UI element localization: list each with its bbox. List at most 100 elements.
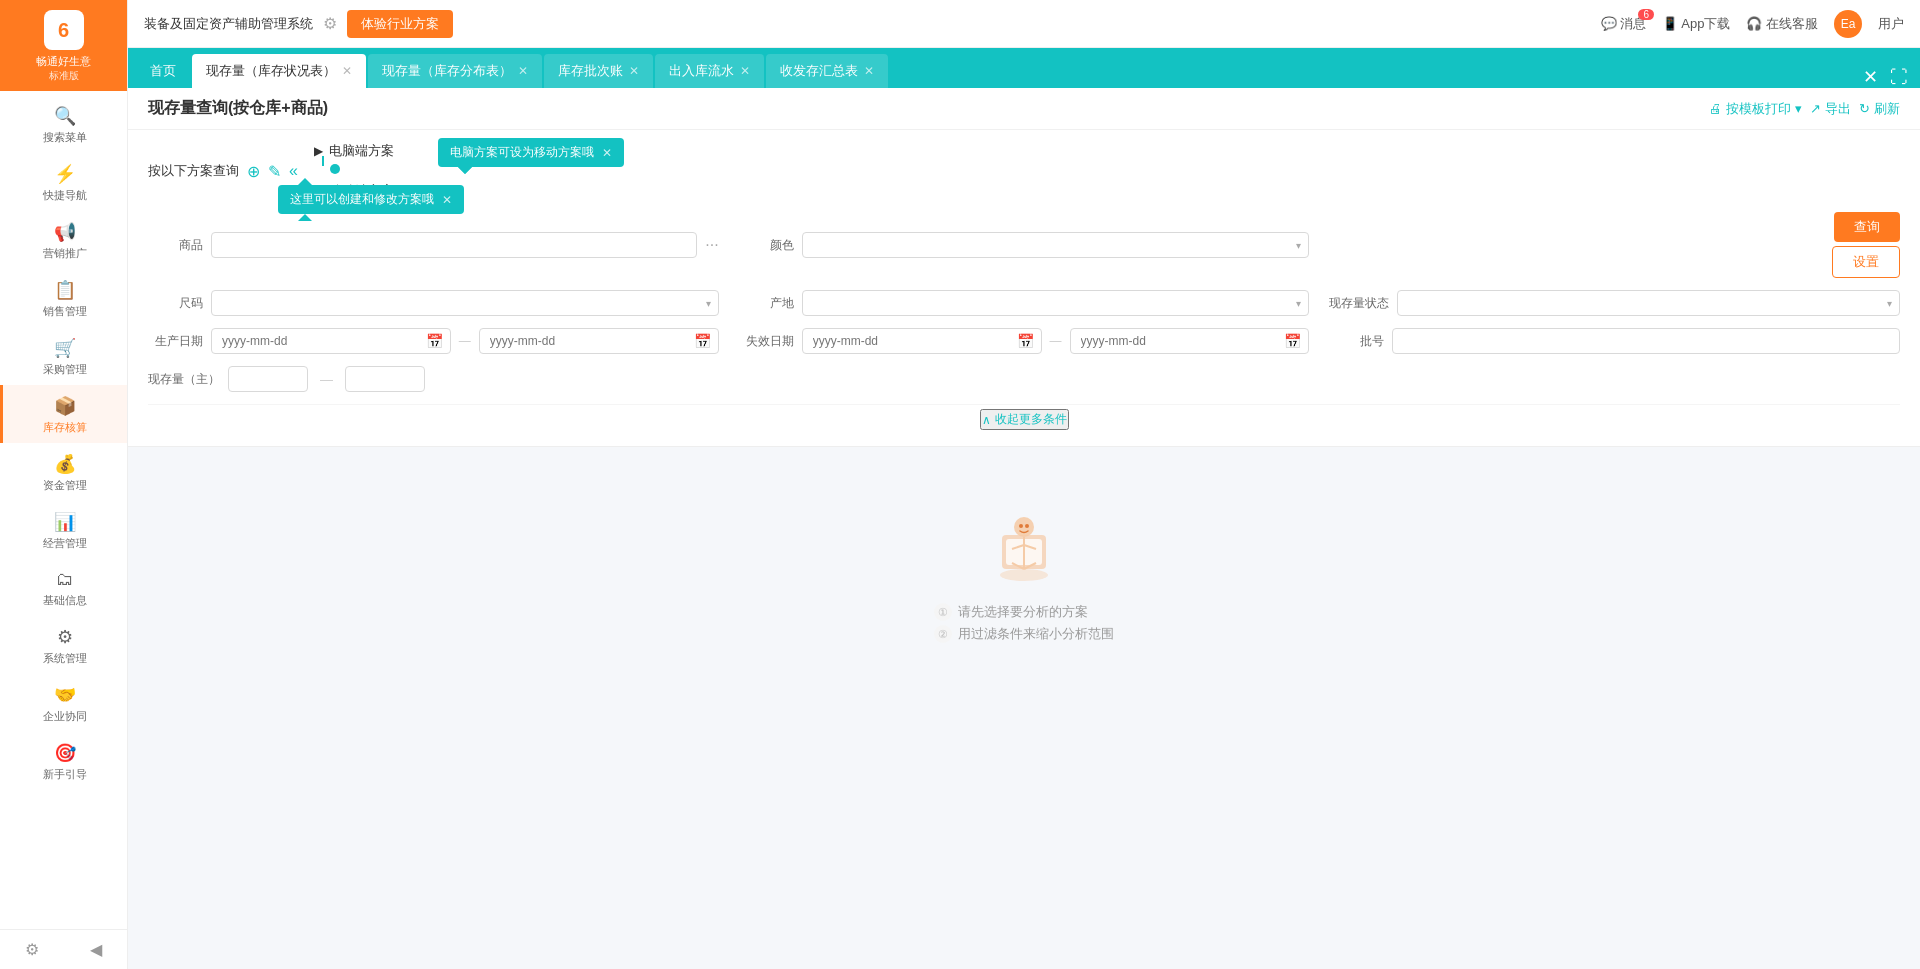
- tab-receipt-summary[interactable]: 收发存汇总表 ✕: [766, 54, 888, 88]
- tab-close-inventory-status[interactable]: ✕: [342, 64, 352, 78]
- sales-icon: 📋: [54, 279, 76, 301]
- back-scheme-btn[interactable]: «: [289, 162, 298, 180]
- experience-btn[interactable]: 体验行业方案: [347, 10, 453, 38]
- settings-icon[interactable]: ⚙: [323, 14, 337, 33]
- product-input[interactable]: [211, 232, 697, 258]
- tab-inventory-status[interactable]: 现存量（库存状况表） ✕: [192, 54, 366, 88]
- sidebar-item-newbie[interactable]: 🎯 新手引导: [0, 732, 127, 790]
- topbar: 装备及固定资产辅助管理系统 ⚙ 体验行业方案 💬 6 消息 📱 App下载 🎧 …: [128, 0, 1920, 48]
- refresh-btn[interactable]: ↻ 刷新: [1859, 100, 1900, 118]
- empty-tips: ① 请先选择要分析的方案 ② 用过滤条件来缩小分析范围: [934, 599, 1114, 647]
- tab-close-inventory-dist[interactable]: ✕: [518, 64, 528, 78]
- edit-scheme-btn[interactable]: ✎: [268, 162, 281, 181]
- tab-close-receipt-summary[interactable]: ✕: [864, 64, 874, 78]
- product-more-icon[interactable]: ···: [705, 236, 718, 254]
- settings-bottom-icon[interactable]: ⚙: [25, 940, 39, 959]
- pc-scheme-tooltip: 电脑方案可设为移动方案哦 ✕: [438, 138, 624, 167]
- maximize-icon[interactable]: ⛶: [1886, 67, 1912, 88]
- sidebar: 6 畅通好生意 标准版 🔍 搜索菜单 ⚡ 快捷导航 📢 营销推广 📋 销售管理 …: [0, 0, 128, 969]
- sidebar-item-operations[interactable]: 📊 经营管理: [0, 501, 127, 559]
- tab-close-batch-account[interactable]: ✕: [629, 64, 639, 78]
- scheme-dot: [330, 164, 340, 174]
- inventory-status-label: 现存量状态: [1329, 295, 1389, 312]
- sidebar-item-basic-info[interactable]: 🗂 基础信息: [0, 559, 127, 616]
- username-label[interactable]: 用户: [1878, 15, 1904, 33]
- sidebar-item-quick-nav[interactable]: ⚡ 快捷导航: [0, 153, 127, 211]
- pc-scheme-label[interactable]: 电脑端方案: [329, 142, 394, 160]
- exp-date-input[interactable]: [802, 328, 1042, 354]
- export-btn[interactable]: ↗ 导出: [1810, 100, 1851, 118]
- sidebar-bottom: ⚙ ◀: [0, 929, 127, 969]
- tabs-bar: 首页 现存量（库存状况表） ✕ 现存量（库存分布表） ✕ 库存批次账 ✕ 出入库…: [128, 48, 1920, 88]
- newbie-icon: 🎯: [54, 742, 76, 764]
- sidebar-item-inventory[interactable]: 📦 库存核算: [0, 385, 127, 443]
- inventory-status-select-wrap: ▾: [1397, 290, 1900, 316]
- filter-section: 按以下方案查询 ⊕ ✎ « ▶ 电脑端方案 ▶ 移动端方: [128, 130, 1920, 447]
- filter-item-product: 商品 ···: [148, 212, 719, 278]
- close-all-tabs-icon[interactable]: ✕: [1859, 66, 1882, 88]
- tab-batch-account[interactable]: 库存批次账 ✕: [544, 54, 653, 88]
- size-select[interactable]: [211, 290, 719, 316]
- tab-inventory-dist[interactable]: 现存量（库存分布表） ✕: [368, 54, 542, 88]
- add-scheme-btn[interactable]: ⊕: [247, 162, 260, 181]
- exp-date-wrap: 📅: [802, 328, 1042, 354]
- topbar-left: 装备及固定资产辅助管理系统 ⚙ 体验行业方案: [144, 10, 453, 38]
- tab-home[interactable]: 首页: [136, 54, 190, 88]
- sidebar-item-search-menu[interactable]: 🔍 搜索菜单: [0, 95, 127, 153]
- tooltip1-close[interactable]: ✕: [602, 146, 612, 160]
- finance-icon: 💰: [54, 453, 76, 475]
- origin-select[interactable]: [802, 290, 1310, 316]
- content-area: 现存量查询(按仓库+商品) 🖨 按模板打印 ▾ ↗ 导出 ↻ 刷新: [128, 88, 1920, 969]
- svg-point-5: [1025, 524, 1029, 528]
- filter-item-inventory-status: 现存量状态 ▾: [1329, 290, 1900, 316]
- filter-item-mfg-date: 生产日期 📅 — 📅: [148, 328, 719, 354]
- sidebar-item-sales[interactable]: 📋 销售管理: [0, 269, 127, 327]
- reset-btn[interactable]: 设置: [1832, 246, 1900, 278]
- collapse-filter-btn[interactable]: ∧ 收起更多条件: [980, 409, 1069, 430]
- online-service-link[interactable]: 🎧 在线客服: [1746, 15, 1818, 33]
- print-btn[interactable]: 🖨 按模板打印 ▾: [1709, 100, 1802, 118]
- filter-item-color: 颜色 ▾: [739, 212, 1310, 278]
- size-label: 尺码: [148, 295, 203, 312]
- origin-select-wrap: ▾: [802, 290, 1310, 316]
- color-select[interactable]: [802, 232, 1310, 258]
- chevron-up-icon: ∧: [982, 413, 991, 427]
- size-select-wrap: ▾: [211, 290, 719, 316]
- tabs-bar-right: ✕ ⛶: [1859, 66, 1912, 88]
- exp-date-end-input[interactable]: [1070, 328, 1310, 354]
- sidebar-item-system[interactable]: ⚙ 系统管理: [0, 616, 127, 674]
- svg-point-3: [1014, 517, 1034, 537]
- sidebar-item-enterprise[interactable]: 🤝 企业协同: [0, 674, 127, 732]
- mfg-date-dash: —: [459, 334, 471, 348]
- filter-item-batch: 批号: [1329, 328, 1900, 354]
- tab-close-in-out-flow[interactable]: ✕: [740, 64, 750, 78]
- marketing-icon: 📢: [54, 221, 76, 243]
- message-badge-wrap[interactable]: 💬 6 消息: [1601, 15, 1647, 33]
- tab-in-out-flow[interactable]: 出入库流水 ✕: [655, 54, 764, 88]
- app-download-link[interactable]: 📱 App下载: [1662, 15, 1730, 33]
- filter-item-size: 尺码 ▾: [148, 290, 719, 316]
- mfg-date-wrap: 📅: [211, 328, 451, 354]
- query-btn[interactable]: 查询: [1834, 212, 1900, 242]
- filter-item-inventory-main: 现存量（主） —: [148, 366, 719, 392]
- basic-info-icon: 🗂: [56, 569, 74, 590]
- tip2-num: ②: [934, 625, 952, 643]
- sidebar-item-marketing[interactable]: 📢 营销推广: [0, 211, 127, 269]
- inventory-status-select[interactable]: [1397, 290, 1900, 316]
- logo-tag: 标准版: [49, 69, 79, 83]
- print-icon: 🖨: [1709, 101, 1722, 116]
- sidebar-item-finance[interactable]: 💰 资金管理: [0, 443, 127, 501]
- mfg-date-input[interactable]: [211, 328, 451, 354]
- tooltip2-close[interactable]: ✕: [442, 193, 452, 207]
- inventory-main-input-from[interactable]: [228, 366, 308, 392]
- sidebar-nav: 🔍 搜索菜单 ⚡ 快捷导航 📢 营销推广 📋 销售管理 🛒 采购管理 📦 库存核…: [0, 91, 127, 929]
- query-btns-col: 查询 设置: [1329, 212, 1900, 278]
- collapse-sidebar-icon[interactable]: ◀: [90, 940, 102, 959]
- page-title: 现存量查询(按仓库+商品): [148, 98, 328, 119]
- batch-input[interactable]: [1392, 328, 1900, 354]
- system-icon: ⚙: [57, 626, 73, 648]
- inventory-main-input-to[interactable]: [345, 366, 425, 392]
- mfg-date-end-input[interactable]: [479, 328, 719, 354]
- sidebar-item-purchase[interactable]: 🛒 采购管理: [0, 327, 127, 385]
- operations-icon: 📊: [54, 511, 76, 533]
